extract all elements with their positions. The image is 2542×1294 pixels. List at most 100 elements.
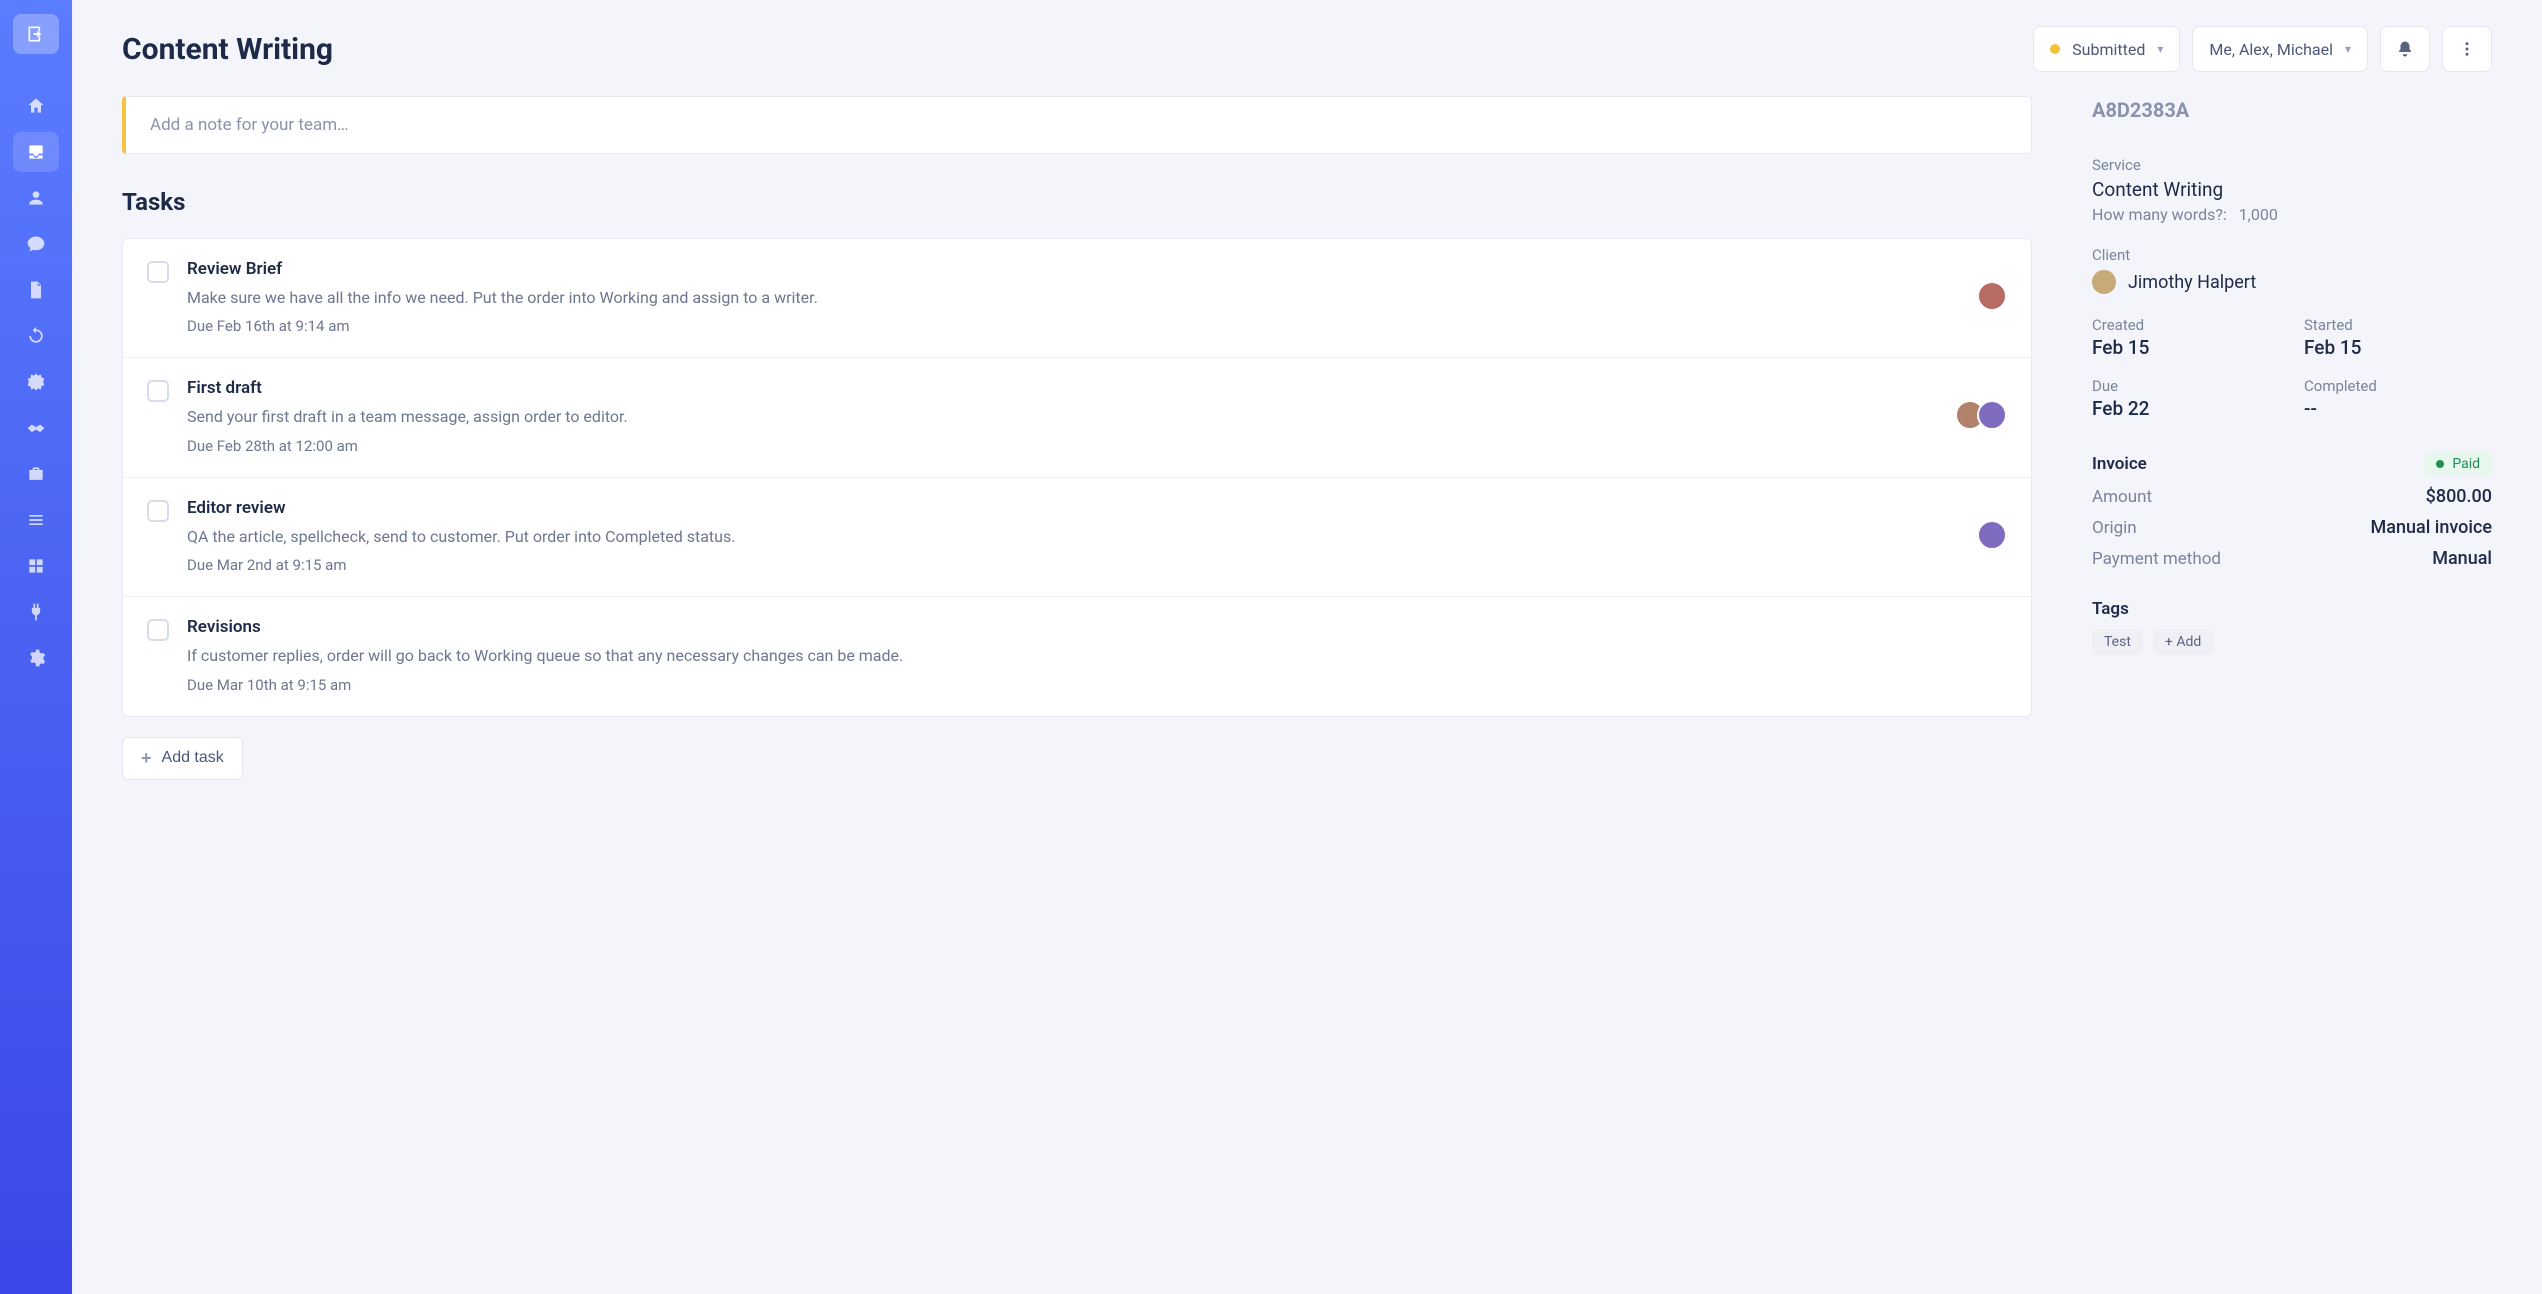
started-value: Feb 15 [2304,336,2492,359]
task-row: First draft Send your first draft in a te… [123,358,2031,477]
completed-label: Completed [2304,377,2492,395]
assignee-avatar [1977,520,2007,550]
grid-icon [26,556,46,576]
payment-method-label: Payment method [2092,549,2221,569]
nav-deals[interactable] [13,408,59,448]
nav-inbox[interactable] [13,132,59,172]
invoice-label: Invoice [2092,454,2147,474]
assignee-avatar [1977,400,2007,430]
order-id: A8D2383A [2092,98,2492,122]
task-due: Due Mar 10th at 9:15 am [187,676,1989,694]
notifications-button[interactable] [2380,26,2430,72]
task-checkbox[interactable] [147,619,169,641]
assignees-filter-label: Me, Alex, Michael [2209,40,2333,59]
task-body: Revisions If customer replies, order will… [187,617,1989,693]
task-desc: If customer replies, order will go back … [187,645,1989,667]
header-actions: Submitted ▾ Me, Alex, Michael ▾ [2033,26,2492,72]
tag-chip[interactable]: Test [2092,629,2143,655]
status-dot-icon [2050,44,2060,54]
task-due: Due Feb 28th at 12:00 am [187,437,1937,455]
dots-vertical-icon [2458,40,2476,58]
more-menu-button[interactable] [2442,26,2492,72]
chat-icon [26,234,46,254]
nav-sidebar [0,0,72,1294]
page-title: Content Writing [122,32,333,67]
client-name: Jimothy Halpert [2128,272,2256,293]
nav-list[interactable] [13,500,59,540]
client-label: Client [2092,246,2492,264]
order-details-panel: A8D2383A Service Content Writing How man… [2092,96,2492,655]
amount-value: $800.00 [2426,486,2492,507]
nav-sync[interactable] [13,316,59,356]
task-desc: Send your first draft in a team message,… [187,406,1937,428]
badge-icon [26,372,46,392]
task-checkbox[interactable] [147,261,169,283]
nav-dashboard[interactable] [13,546,59,586]
nav-coupons[interactable] [13,362,59,402]
task-desc: QA the article, spellcheck, send to cust… [187,526,1959,548]
list-icon [26,510,46,530]
status-filter-label: Submitted [2072,40,2145,59]
status-filter[interactable]: Submitted ▾ [2033,26,2180,72]
started-label: Started [2304,316,2492,334]
task-desc: Make sure we have all the info we need. … [187,287,1959,309]
task-title: First draft [187,378,1937,398]
created-value: Feb 15 [2092,336,2280,359]
plug-icon [26,602,46,622]
created-label: Created [2092,316,2280,334]
handshake-icon [26,418,46,438]
origin-label: Origin [2092,518,2137,538]
add-task-label: Add task [162,749,224,767]
briefcase-icon [26,464,46,484]
nav-integrations[interactable] [13,592,59,632]
task-body: Editor reviewQA the article, spellcheck,… [187,498,1959,574]
nav-chat[interactable] [13,224,59,264]
due-label: Due [2092,377,2280,395]
due-value: Feb 22 [2092,397,2280,420]
plus-icon: + [141,748,152,769]
nav-briefcase[interactable] [13,454,59,494]
nav-files[interactable] [13,270,59,310]
task-due: Due Feb 16th at 9:14 am [187,317,1959,335]
nav-profile[interactable] [13,178,59,218]
service-value: Content Writing [2092,178,2492,201]
nav-settings[interactable] [13,638,59,678]
invoice-status-badge: Paid [2424,452,2492,476]
task-checkbox[interactable] [147,500,169,522]
task-avatars [1977,259,2007,311]
service-label: Service [2092,156,2492,174]
task-title: Revisions [187,617,1989,637]
origin-value: Manual invoice [2371,517,2492,538]
refresh-icon [26,326,46,346]
assignees-filter[interactable]: Me, Alex, Michael ▾ [2192,26,2368,72]
add-tag-button[interactable]: + Add [2153,629,2213,655]
add-task-button[interactable]: + Add task [122,737,243,780]
tags-row: Test + Add [2092,629,2492,655]
inbox-icon [26,142,46,162]
nav-home[interactable] [13,86,59,126]
tasks-heading: Tasks [122,188,2032,216]
task-body: First draft Send your first draft in a te… [187,378,1937,454]
task-body: Review BriefMake sure we have all the in… [187,259,1959,335]
task-row: Review BriefMake sure we have all the in… [123,239,2031,358]
payment-method-value: Manual [2432,548,2492,569]
assignee-avatar [1977,281,2007,311]
task-avatars [1977,498,2007,550]
team-note-placeholder: Add a note for your team… [150,115,348,135]
gear-icon [26,648,46,668]
person-icon [26,188,46,208]
service-sub-a: 1,000 [2239,205,2278,224]
task-checkbox[interactable] [147,380,169,402]
chevron-down-icon: ▾ [2345,42,2351,56]
file-icon [26,280,46,300]
completed-value: -- [2304,397,2492,420]
app-logo[interactable] [13,14,59,54]
task-row: Editor reviewQA the article, spellcheck,… [123,478,2031,597]
bell-icon [2396,40,2414,58]
tags-label: Tags [2092,599,2492,619]
service-sub-q: How many words?: [2092,205,2227,224]
chevron-down-icon: ▾ [2157,42,2163,56]
home-icon [26,96,46,116]
task-due: Due Mar 2nd at 9:15 am [187,556,1959,574]
team-note-input[interactable]: Add a note for your team… [122,96,2032,154]
